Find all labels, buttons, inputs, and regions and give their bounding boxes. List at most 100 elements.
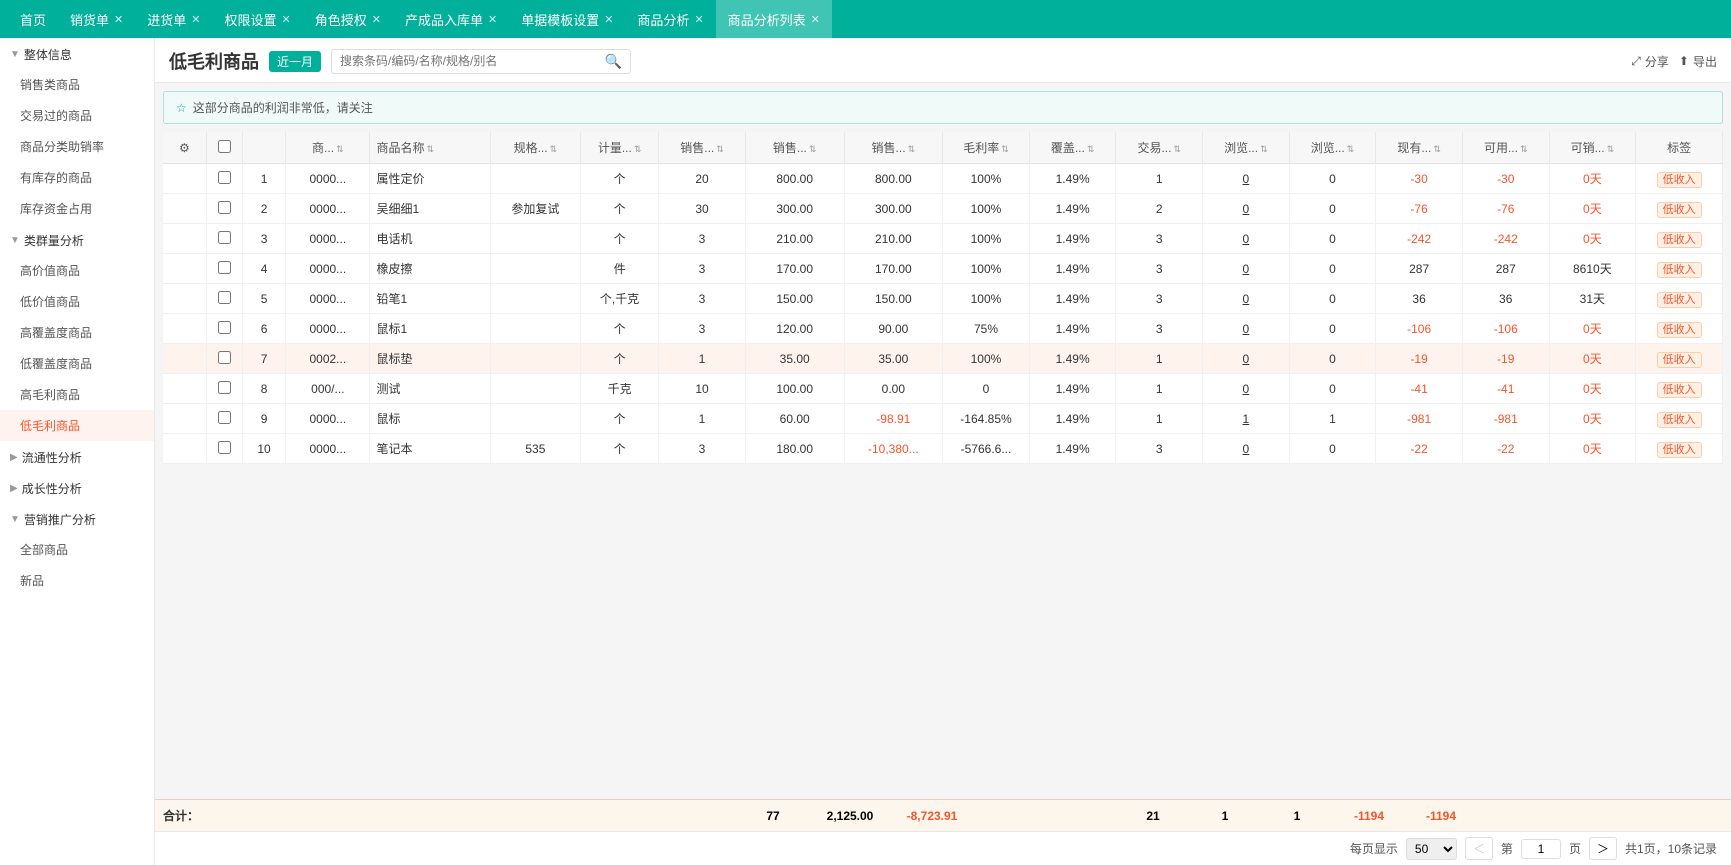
row-check[interactable] [206, 284, 242, 314]
page-input[interactable] [1521, 839, 1561, 859]
close-template-icon[interactable]: ✕ [604, 13, 613, 26]
trade-col-header[interactable]: 交易...⇅ [1116, 132, 1203, 164]
check-col-header[interactable] [206, 132, 242, 164]
row-check[interactable] [206, 314, 242, 344]
settings-col-header[interactable]: ⚙ [163, 132, 206, 164]
row-view1[interactable]: 0 [1203, 344, 1290, 374]
footer-avail: -1194 [1405, 809, 1477, 823]
sidebar-item-stock-goods[interactable]: 有库存的商品 [0, 162, 154, 193]
nav-purchase[interactable]: 进货单✕ [135, 0, 212, 38]
close-permissions-icon[interactable]: ✕ [282, 13, 291, 26]
row-check[interactable] [206, 374, 242, 404]
close-sales-icon[interactable]: ✕ [114, 13, 123, 26]
sale4-col-header[interactable]: 可销...⇅ [1549, 132, 1636, 164]
row-check[interactable] [206, 194, 242, 224]
row-view1[interactable]: 0 [1203, 434, 1290, 464]
current-col-header[interactable]: 现有...⇅ [1376, 132, 1463, 164]
row-check[interactable] [206, 254, 242, 284]
table-row: 5 0000... 铅笔1 个,千克 3 150.00 150.00 100% … [163, 284, 1723, 314]
export-button[interactable]: ⬆ 导出 [1679, 53, 1717, 70]
select-all-checkbox[interactable] [218, 140, 231, 153]
spec-col-header[interactable]: 规格...⇅ [490, 132, 580, 164]
close-product-icon[interactable]: ✕ [488, 13, 497, 26]
sidebar-item-all-goods[interactable]: 全部商品 [0, 534, 154, 565]
view2-col-header[interactable]: 浏览...⇅ [1289, 132, 1376, 164]
row-check[interactable] [206, 344, 242, 374]
sidebar-item-low-margin[interactable]: 低毛利商品 [0, 410, 154, 441]
sidebar-group-growth[interactable]: ▶ 成长性分析 [0, 472, 154, 503]
row-view1[interactable]: 0 [1203, 224, 1290, 254]
row-checkbox[interactable] [218, 321, 231, 334]
sidebar-item-low-value[interactable]: 低价值商品 [0, 286, 154, 317]
share-button[interactable]: ⤢ 分享 [1631, 53, 1669, 70]
close-list-icon[interactable]: ✕ [811, 13, 820, 26]
cover-col-header[interactable]: 覆盖...⇅ [1029, 132, 1116, 164]
margin-col-header[interactable]: 毛利率⇅ [943, 132, 1030, 164]
row-check[interactable] [206, 434, 242, 464]
row-saledays: 0天 [1549, 164, 1636, 194]
next-page-button[interactable]: ＞ [1589, 837, 1617, 860]
row-checkbox[interactable] [218, 231, 231, 244]
close-analysis-icon[interactable]: ✕ [694, 13, 703, 26]
row-check[interactable] [206, 404, 242, 434]
sidebar-group-overall[interactable]: ▼ 整体信息 [0, 38, 154, 69]
row-checkbox[interactable] [218, 171, 231, 184]
nav-template[interactable]: 单据模板设置✕ [509, 0, 625, 38]
row-checkbox[interactable] [218, 201, 231, 214]
row-view1[interactable]: 0 [1203, 194, 1290, 224]
per-page-select[interactable]: 50 100 [1406, 838, 1457, 860]
close-role-icon[interactable]: ✕ [372, 13, 381, 26]
sidebar-item-high-margin[interactable]: 高毛利商品 [0, 379, 154, 410]
row-view1[interactable]: 0 [1203, 284, 1290, 314]
sidebar-group-cluster[interactable]: ▼ 类群量分析 [0, 224, 154, 255]
sidebar-item-high-value[interactable]: 高价值商品 [0, 255, 154, 286]
row-view1[interactable]: 0 [1203, 164, 1290, 194]
sidebar-item-new-goods[interactable]: 新品 [0, 565, 154, 596]
name-col-header[interactable]: 商品名称⇅ [370, 132, 490, 164]
avail-col-header[interactable]: 可用...⇅ [1462, 132, 1549, 164]
filter-tag-button[interactable]: 近一月 [269, 51, 321, 72]
sidebar-group-marketing[interactable]: ▼ 营销推广分析 [0, 503, 154, 534]
view1-col-header[interactable]: 浏览...⇅ [1203, 132, 1290, 164]
nav-role-auth[interactable]: 角色授权✕ [303, 0, 393, 38]
tag-col-header[interactable]: 标签 [1636, 132, 1723, 164]
sidebar-item-category-rate[interactable]: 商品分类助销率 [0, 131, 154, 162]
code-col-header[interactable]: 商...⇅ [286, 132, 370, 164]
row-code: 000/... [286, 374, 370, 404]
sale3-col-header[interactable]: 销售...⇅ [844, 132, 943, 164]
row-checkbox[interactable] [218, 441, 231, 454]
sale1-col-header[interactable]: 销售...⇅ [659, 132, 746, 164]
sidebar-item-low-coverage[interactable]: 低覆盖度商品 [0, 348, 154, 379]
row-settings [163, 404, 206, 434]
close-purchase-icon[interactable]: ✕ [191, 13, 200, 26]
row-check[interactable] [206, 224, 242, 254]
sidebar-item-high-coverage[interactable]: 高覆盖度商品 [0, 317, 154, 348]
nav-product-analysis[interactable]: 商品分析✕ [625, 0, 715, 38]
row-checkbox[interactable] [218, 351, 231, 364]
row-view1[interactable]: 0 [1203, 314, 1290, 344]
row-checkbox[interactable] [218, 411, 231, 424]
unit-col-header[interactable]: 计量...⇅ [581, 132, 659, 164]
footer-total: 合计： 77 2,125.00 -8,723.91 21 1 1 -1194 -… [155, 799, 1731, 831]
prev-page-button[interactable]: ＜ [1465, 837, 1493, 860]
row-checkbox[interactable] [218, 261, 231, 274]
row-checkbox[interactable] [218, 291, 231, 304]
row-trade: 1 [1116, 404, 1203, 434]
search-input[interactable] [340, 54, 605, 68]
row-checkbox[interactable] [218, 381, 231, 394]
sidebar-item-traded-goods[interactable]: 交易过的商品 [0, 100, 154, 131]
nav-analysis-list[interactable]: 商品分析列表✕ [716, 0, 832, 38]
sale2-col-header[interactable]: 销售...⇅ [745, 132, 844, 164]
nav-product-in[interactable]: 产成品入库单✕ [393, 0, 509, 38]
nav-permissions[interactable]: 权限设置✕ [212, 0, 302, 38]
nav-home[interactable]: 首页 [8, 0, 58, 38]
row-check[interactable] [206, 164, 242, 194]
search-icon[interactable]: 🔍 [605, 53, 622, 70]
sidebar-group-liquidity[interactable]: ▶ 流通性分析 [0, 441, 154, 472]
sidebar-item-sales-goods[interactable]: 销售类商品 [0, 69, 154, 100]
row-view1[interactable]: 1 [1203, 404, 1290, 434]
row-view1[interactable]: 0 [1203, 254, 1290, 284]
nav-sales[interactable]: 销货单✕ [58, 0, 135, 38]
sidebar-item-stock-fund[interactable]: 库存资金占用 [0, 193, 154, 224]
row-view1[interactable]: 0 [1203, 374, 1290, 404]
